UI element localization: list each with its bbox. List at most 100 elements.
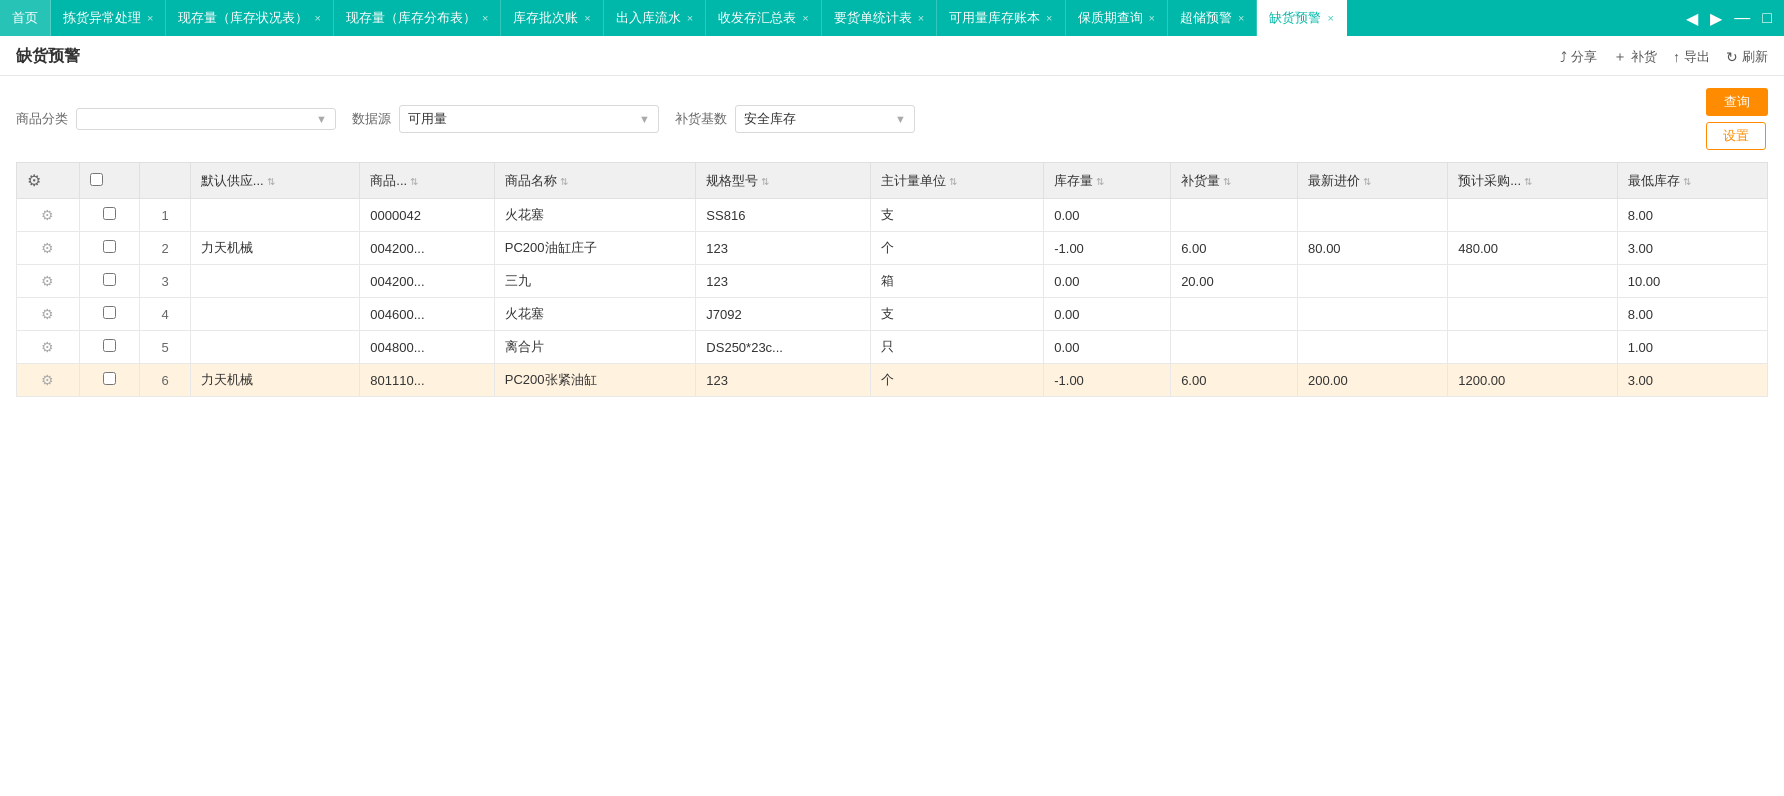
col-label-stock_qty: 库存量: [1054, 173, 1093, 188]
nav-minimize-icon[interactable]: —: [1730, 7, 1754, 29]
nav-item-label-inventory-dist: 现存量（库存分布表）: [346, 9, 476, 27]
datasource-select[interactable]: 可用量 ▼: [399, 105, 659, 133]
nav-item-available-ledger[interactable]: 可用量库存账本 ×: [937, 0, 1065, 36]
nav-item-label-batch-account: 库存批次账: [513, 9, 578, 27]
replenish-qty-cell: [1171, 298, 1298, 331]
nav-next-icon[interactable]: ▶: [1706, 7, 1726, 30]
product-code-cell: 004200...: [360, 232, 494, 265]
nav-item-inout-flow[interactable]: 出入库流水×: [604, 0, 706, 36]
sort-icon-product_code: ⇅: [410, 176, 418, 187]
nav-item-close-demand-stat[interactable]: ×: [918, 12, 924, 24]
row-checkbox-4[interactable]: [103, 339, 116, 352]
nav-item-label-demand-stat: 要货单统计表: [834, 9, 912, 27]
col-header-spec[interactable]: 规格型号⇅: [696, 163, 870, 199]
share-button[interactable]: ⤴ 分享: [1560, 48, 1597, 66]
nav-item-abnormal[interactable]: 拣货异常处理 ×: [51, 0, 166, 36]
row-settings-cell[interactable]: ⚙: [17, 331, 80, 364]
row-gear-icon[interactable]: ⚙: [41, 273, 54, 289]
col-header-replenish_qty[interactable]: 补货量⇅: [1171, 163, 1298, 199]
product-name-cell: 离合片: [494, 331, 696, 364]
query-button[interactable]: 查询: [1706, 88, 1768, 116]
export-button[interactable]: ↑ 导出: [1673, 48, 1710, 66]
nav-prev-icon[interactable]: ◀: [1682, 7, 1702, 30]
row-checkbox-cell[interactable]: [79, 364, 140, 397]
row-gear-icon[interactable]: ⚙: [41, 306, 54, 322]
nav-item-home[interactable]: 首页: [0, 0, 51, 36]
replenish-base-select[interactable]: 安全库存 ▼: [735, 105, 915, 133]
row-checkbox-5[interactable]: [103, 372, 116, 385]
row-checkbox-cell[interactable]: [79, 265, 140, 298]
nav-item-inventory-dist[interactable]: 现存量（库存分布表） ×: [334, 0, 501, 36]
row-gear-icon[interactable]: ⚙: [41, 207, 54, 223]
row-checkbox-cell[interactable]: [79, 298, 140, 331]
refresh-button[interactable]: ↻ 刷新: [1726, 48, 1768, 66]
col-header-unit[interactable]: 主计量单位⇅: [870, 163, 1043, 199]
row-gear-icon[interactable]: ⚙: [41, 372, 54, 388]
col-header-product_name[interactable]: 商品名称⇅: [494, 163, 696, 199]
row-number: 3: [140, 265, 190, 298]
row-checkbox-cell[interactable]: [79, 199, 140, 232]
settings-button[interactable]: 设置: [1706, 122, 1766, 150]
nav-item-close-abnormal[interactable]: ×: [147, 12, 153, 24]
replenish-button[interactable]: ＋ 补货: [1613, 48, 1657, 66]
nav-item-close-inventory-dist[interactable]: ×: [482, 12, 488, 24]
category-select[interactable]: ▼: [76, 108, 336, 130]
col-header-est_purchase[interactable]: 预计采购...⇅: [1448, 163, 1618, 199]
nav-item-expiry-query[interactable]: 保质期查询×: [1066, 0, 1168, 36]
row-settings-cell[interactable]: ⚙: [17, 298, 80, 331]
row-checkbox-2[interactable]: [103, 273, 116, 286]
row-settings-cell[interactable]: ⚙: [17, 364, 80, 397]
min-stock-cell: 3.00: [1617, 364, 1767, 397]
sort-icon-product_name: ⇅: [560, 176, 568, 187]
min-stock-cell: 8.00: [1617, 298, 1767, 331]
export-label: 导出: [1684, 48, 1710, 66]
row-gear-icon[interactable]: ⚙: [41, 339, 54, 355]
col-header-stock_qty[interactable]: 库存量⇅: [1044, 163, 1171, 199]
nav-item-close-batch-account[interactable]: ×: [584, 12, 590, 24]
datasource-filter-group: 数据源 可用量 ▼: [352, 105, 659, 133]
min-stock-cell: 3.00: [1617, 232, 1767, 265]
row-settings-cell[interactable]: ⚙: [17, 265, 80, 298]
table-container: ⚙默认供应...⇅商品...⇅商品名称⇅规格型号⇅主计量单位⇅库存量⇅补货量⇅最…: [0, 162, 1784, 397]
nav-item-close-shortage[interactable]: ×: [1327, 12, 1333, 24]
gear-icon[interactable]: ⚙: [27, 172, 41, 189]
col-header-settings: ⚙: [17, 163, 80, 199]
refresh-label: 刷新: [1742, 48, 1768, 66]
unit-cell: 个: [870, 364, 1043, 397]
nav-maximize-icon[interactable]: □: [1758, 7, 1776, 29]
nav-item-label-abnormal: 拣货异常处理: [63, 9, 141, 27]
nav-item-batch-account[interactable]: 库存批次账 ×: [501, 0, 603, 36]
select-all-checkbox[interactable]: [90, 173, 103, 186]
row-settings-cell[interactable]: ⚙: [17, 199, 80, 232]
nav-item-close-inout-flow[interactable]: ×: [687, 12, 693, 24]
row-checkbox-cell[interactable]: [79, 331, 140, 364]
page-title: 缺货预警: [16, 46, 80, 67]
row-settings-cell[interactable]: ⚙: [17, 232, 80, 265]
product-name-cell: PC200油缸庄子: [494, 232, 696, 265]
row-checkbox-cell[interactable]: [79, 232, 140, 265]
est-purchase-cell: [1448, 199, 1618, 232]
default-supplier-cell: [190, 298, 360, 331]
nav-item-shortage[interactable]: 缺货预警×: [1257, 0, 1346, 36]
nav-item-close-recv-summary[interactable]: ×: [802, 12, 808, 24]
col-header-min_stock[interactable]: 最低库存⇅: [1617, 163, 1767, 199]
row-checkbox-1[interactable]: [103, 240, 116, 253]
col-header-product_code[interactable]: 商品...⇅: [360, 163, 494, 199]
nav-item-overstock[interactable]: 超储预警×: [1168, 0, 1257, 36]
nav-item-recv-summary[interactable]: 收发存汇总表×: [706, 0, 821, 36]
row-checkbox-3[interactable]: [103, 306, 116, 319]
row-checkbox-0[interactable]: [103, 207, 116, 220]
latest-price-cell: 80.00: [1298, 232, 1448, 265]
nav-item-inventory-status[interactable]: 现存量（库存状况表）×: [166, 0, 333, 36]
nav-item-close-expiry-query[interactable]: ×: [1149, 12, 1155, 24]
nav-item-label-available-ledger: 可用量库存账本: [949, 9, 1040, 27]
nav-item-close-overstock[interactable]: ×: [1238, 12, 1244, 24]
col-header-latest_price[interactable]: 最新进价⇅: [1298, 163, 1448, 199]
nav-item-close-inventory-status[interactable]: ×: [314, 12, 320, 24]
category-filter-group: 商品分类 ▼: [16, 108, 336, 130]
row-gear-icon[interactable]: ⚙: [41, 240, 54, 256]
nav-item-demand-stat[interactable]: 要货单统计表 ×: [822, 0, 937, 36]
nav-item-close-available-ledger[interactable]: ×: [1046, 12, 1052, 24]
col-header-default_supplier[interactable]: 默认供应...⇅: [190, 163, 360, 199]
stock-qty-cell: -1.00: [1044, 232, 1171, 265]
